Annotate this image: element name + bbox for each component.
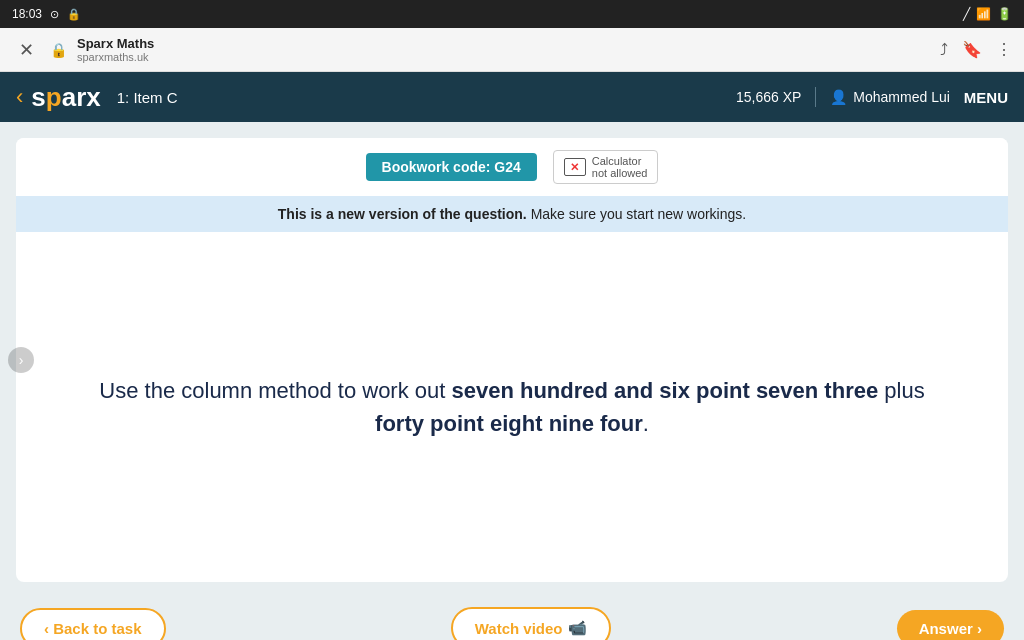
video-icon: 📹 bbox=[568, 619, 587, 637]
browser-bar: ✕ 🔒 Sparx Maths sparxmaths.uk ⤴ 🔖 ⋮ bbox=[0, 28, 1024, 72]
notice-bold: This is a new version of the question. bbox=[278, 206, 527, 222]
calculator-status: Calculator not allowed bbox=[592, 155, 648, 179]
question-connector: plus bbox=[878, 378, 924, 403]
more-icon[interactable]: ⋮ bbox=[996, 40, 1012, 59]
browser-close-button[interactable]: ✕ bbox=[12, 36, 40, 64]
browser-title: Sparx Maths bbox=[77, 36, 930, 51]
calculator-line1: Calculator bbox=[592, 155, 648, 167]
nav-menu-button[interactable]: MENU bbox=[964, 89, 1008, 106]
content-card: Bookwork code: G24 ✕ Calculator not allo… bbox=[16, 138, 1008, 582]
answer-button[interactable]: Answer › bbox=[897, 610, 1004, 641]
user-icon: 👤 bbox=[830, 89, 847, 105]
notice-bar: This is a new version of the question. M… bbox=[16, 196, 1008, 232]
question-bold1: seven hundred and six point seven three bbox=[452, 378, 879, 403]
watch-video-label: Watch video bbox=[475, 620, 563, 637]
nav-bar: ‹ sparx 1: Item C 15,666 XP 👤 Mohammed L… bbox=[0, 72, 1024, 122]
browser-actions: ⤴ 🔖 ⋮ bbox=[940, 40, 1012, 59]
watch-video-button[interactable]: Watch video 📹 bbox=[451, 607, 612, 640]
browser-lock-icon: 🔒 bbox=[50, 42, 67, 58]
bookwork-code-badge: Bookwork code: G24 bbox=[366, 153, 537, 181]
question-end: . bbox=[643, 411, 649, 436]
wifi-icon: 📶 bbox=[976, 7, 991, 21]
signal-icon: ╱ bbox=[963, 7, 970, 21]
main-content: Bookwork code: G24 ✕ Calculator not allo… bbox=[0, 122, 1024, 598]
question-bold2: forty point eight nine four bbox=[375, 411, 643, 436]
calculator-icon: ✕ bbox=[564, 158, 586, 176]
notice-rest: Make sure you start new workings. bbox=[527, 206, 746, 222]
calculator-badge: ✕ Calculator not allowed bbox=[553, 150, 659, 184]
bookwork-bar: Bookwork code: G24 ✕ Calculator not allo… bbox=[16, 138, 1008, 196]
nav-logo: sparx bbox=[31, 82, 100, 113]
lock-small-icon: 🔒 bbox=[67, 8, 81, 21]
back-to-task-button[interactable]: ‹ Back to task bbox=[20, 608, 166, 641]
question-text: Use the column method to work out seven … bbox=[76, 374, 948, 440]
share-icon[interactable]: ⤴ bbox=[940, 41, 948, 59]
status-time: 18:03 bbox=[12, 7, 42, 21]
browser-url: sparxmaths.uk bbox=[77, 51, 930, 63]
close-icon: ✕ bbox=[19, 39, 34, 61]
nav-user-name: Mohammed Lui bbox=[853, 89, 950, 105]
side-arrow-button[interactable]: › bbox=[16, 347, 34, 373]
status-bar: 18:03 ⊙ 🔒 ╱ 📶 🔋 bbox=[0, 0, 1024, 28]
battery-icon: 🔋 bbox=[997, 7, 1012, 21]
question-area: › Use the column method to work out seve… bbox=[16, 232, 1008, 582]
browser-title-group: Sparx Maths sparxmaths.uk bbox=[77, 36, 930, 63]
calc-x-icon: ✕ bbox=[570, 161, 579, 174]
location-icon: ⊙ bbox=[50, 8, 59, 21]
nav-item-label: 1: Item C bbox=[117, 89, 178, 106]
question-intro: Use the column method to work out bbox=[99, 378, 451, 403]
bookmark-icon[interactable]: 🔖 bbox=[962, 40, 982, 59]
logo-text: sparx bbox=[31, 82, 100, 113]
nav-user: 👤 Mohammed Lui bbox=[830, 89, 950, 105]
nav-xp: 15,666 XP bbox=[736, 89, 801, 105]
calculator-line2: not allowed bbox=[592, 167, 648, 179]
nav-back-button[interactable]: ‹ bbox=[16, 84, 23, 110]
action-bar: ‹ Back to task Watch video 📹 Answer › bbox=[0, 598, 1024, 640]
nav-divider bbox=[815, 87, 816, 107]
